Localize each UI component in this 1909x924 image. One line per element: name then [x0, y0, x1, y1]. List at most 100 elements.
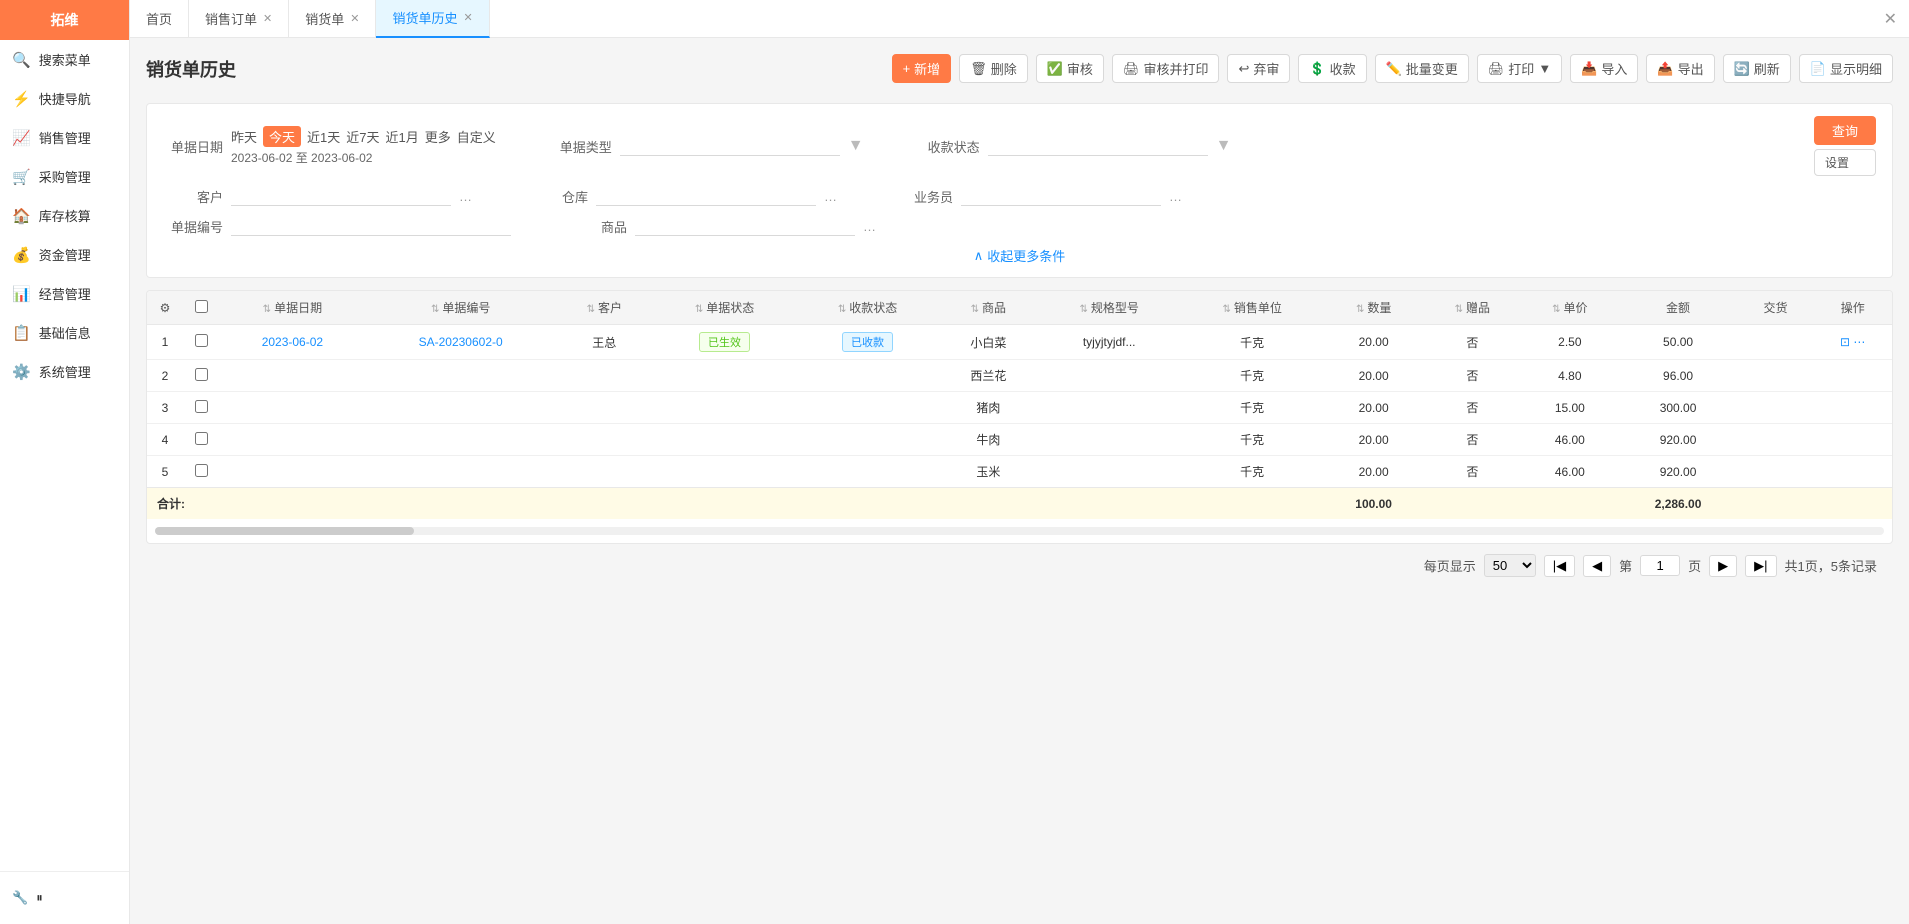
cell-doc-no[interactable]: SA-20230602-0 — [366, 325, 556, 360]
add-button[interactable]: + 新增 — [892, 54, 952, 83]
goods-dots[interactable]: … — [863, 219, 876, 234]
shortcut-more[interactable]: 更多 — [425, 127, 451, 146]
customer-dots[interactable]: … — [459, 189, 472, 204]
audit-print-button[interactable]: 🖨 审核并打印 — [1112, 54, 1220, 83]
sidebar-item-basic-info[interactable]: 📋 基础信息 — [0, 313, 129, 352]
th-collect-status[interactable]: 收款状态 — [796, 291, 939, 325]
salesman-dots[interactable]: … — [1169, 189, 1182, 204]
th-doc-status[interactable]: 单据状态 — [653, 291, 796, 325]
discard-button[interactable]: ↩ 弃审 — [1227, 54, 1290, 83]
scrollbar-thumb[interactable] — [155, 527, 414, 535]
sidebar-settings-btn[interactable]: 🔧 ⏸ — [0, 880, 129, 916]
refresh-button[interactable]: 🔄 刷新 — [1723, 54, 1791, 83]
prev-page-button[interactable]: ◀ — [1583, 555, 1611, 577]
sidebar-item-label: 搜索菜单 — [39, 50, 91, 69]
import-button[interactable]: 📥 导入 — [1570, 54, 1638, 83]
doc-type-input[interactable] — [620, 136, 840, 156]
cell-doc-no[interactable] — [366, 392, 556, 424]
per-page-label: 每页显示 — [1424, 556, 1476, 575]
tab-close-all[interactable]: ✕ — [1872, 9, 1909, 29]
row-checkbox[interactable] — [195, 400, 208, 413]
cell-checkbox[interactable] — [183, 456, 219, 488]
th-doc-no[interactable]: 单据编号 — [366, 291, 556, 325]
row-checkbox[interactable] — [195, 464, 208, 477]
collect-status-input[interactable] — [988, 136, 1208, 156]
sidebar-item-ops-mgmt[interactable]: 📊 经营管理 — [0, 274, 129, 313]
sidebar-item-search-menu[interactable]: 🔍 搜索菜单 — [0, 40, 129, 79]
edit-link[interactable]: ⊡ — [1840, 335, 1850, 349]
more-link[interactable]: ⋯ — [1853, 335, 1865, 349]
shortcut-custom[interactable]: 自定义 — [457, 127, 496, 146]
row-checkbox[interactable] — [195, 334, 208, 347]
th-settings[interactable]: ⚙ — [147, 291, 183, 325]
collect-button[interactable]: 💲 收款 — [1298, 54, 1366, 83]
finance-mgmt-icon: 💰 — [12, 246, 31, 264]
tab-sales-history-close[interactable]: ✕ — [464, 11, 473, 24]
cell-checkbox[interactable] — [183, 325, 219, 360]
th-gift[interactable]: 赠品 — [1424, 291, 1521, 325]
th-checkbox[interactable] — [183, 291, 219, 325]
doc-type-dropdown[interactable]: ▼ — [848, 137, 864, 155]
tab-sales-history[interactable]: 销货单历史 ✕ — [376, 0, 489, 38]
th-goods[interactable]: 商品 — [939, 291, 1038, 325]
sidebar-item-sales-mgmt[interactable]: 📈 销售管理 — [0, 118, 129, 157]
sidebar-item-purchase-mgmt[interactable]: 🛒 采购管理 — [0, 157, 129, 196]
tab-sales-delivery[interactable]: 销货单 ✕ — [289, 0, 376, 38]
horizontal-scrollbar[interactable] — [155, 527, 1884, 535]
query-button[interactable]: 查询 — [1814, 116, 1876, 145]
filter-settings-button[interactable]: 设置 — [1814, 149, 1876, 176]
th-unit[interactable]: 销售单位 — [1181, 291, 1324, 325]
summary-qty: 100.00 — [1324, 488, 1424, 520]
sidebar-item-stock-calc[interactable]: 🏠 库存核算 — [0, 196, 129, 235]
collapse-button[interactable]: ∧ 收起更多条件 — [974, 246, 1066, 265]
salesman-input[interactable] — [961, 186, 1161, 206]
sidebar-item-finance-mgmt[interactable]: 💰 资金管理 — [0, 235, 129, 274]
delete-button[interactable]: 🗑 删除 — [959, 54, 1028, 83]
goods-input[interactable] — [635, 216, 855, 236]
show-details-button[interactable]: 📄 显示明细 — [1799, 54, 1893, 83]
cell-checkbox[interactable] — [183, 392, 219, 424]
shortcut-yesterday[interactable]: 昨天 — [231, 127, 257, 146]
cell-doc-no[interactable] — [366, 424, 556, 456]
sidebar-item-quick-nav[interactable]: ⚡ 快捷导航 — [0, 79, 129, 118]
th-qty[interactable]: 数量 — [1324, 291, 1424, 325]
collect-status-dropdown[interactable]: ▼ — [1216, 137, 1232, 155]
cell-customer: 王总 — [556, 325, 653, 360]
per-page-select[interactable]: 50 100 200 — [1484, 554, 1536, 577]
page-number-input[interactable] — [1640, 555, 1680, 576]
cell-checkbox[interactable] — [183, 360, 219, 392]
th-doc-date[interactable]: 单据日期 — [219, 291, 366, 325]
sidebar-item-sys-mgmt[interactable]: ⚙️ 系统管理 — [0, 352, 129, 391]
select-all-checkbox[interactable] — [195, 300, 208, 313]
th-spec[interactable]: 规格型号 — [1038, 291, 1181, 325]
tab-sales-order[interactable]: 销售订单 ✕ — [189, 0, 289, 38]
export-button[interactable]: 📤 导出 — [1646, 54, 1714, 83]
row-checkbox[interactable] — [195, 432, 208, 445]
cell-doc-no[interactable] — [366, 456, 556, 488]
print-button[interactable]: 🖨 打印 ▼ — [1477, 54, 1562, 83]
shortcut-7day[interactable]: 近7天 — [346, 127, 379, 146]
batch-change-button[interactable]: ✏️ 批量变更 — [1375, 54, 1469, 83]
cell-checkbox[interactable] — [183, 424, 219, 456]
doc-no-input[interactable] — [231, 216, 511, 236]
cell-row-num: 3 — [147, 392, 183, 424]
row-checkbox[interactable] — [195, 368, 208, 381]
warehouse-dots[interactable]: … — [824, 189, 837, 204]
audit-button[interactable]: ✅ 审核 — [1036, 54, 1104, 83]
shortcut-today[interactable]: 今天 — [263, 126, 301, 147]
warehouse-input[interactable] — [596, 186, 816, 206]
next-page-button[interactable]: ▶ — [1709, 555, 1737, 577]
first-page-button[interactable]: |◀ — [1544, 555, 1575, 577]
last-page-button[interactable]: ▶| — [1745, 555, 1776, 577]
shortcut-1month[interactable]: 近1月 — [386, 127, 419, 146]
cell-doc-no[interactable] — [366, 360, 556, 392]
shortcut-1day[interactable]: 近1天 — [307, 127, 340, 146]
tab-sales-order-close[interactable]: ✕ — [263, 12, 272, 25]
doc-no-link[interactable]: SA-20230602-0 — [419, 335, 503, 349]
tab-sales-delivery-close[interactable]: ✕ — [350, 12, 359, 25]
customer-input[interactable] — [231, 186, 451, 206]
th-price[interactable]: 单价 — [1521, 291, 1618, 325]
cell-qty: 20.00 — [1324, 456, 1424, 488]
tab-home[interactable]: 首页 — [130, 0, 189, 38]
th-customer[interactable]: 客户 — [556, 291, 653, 325]
